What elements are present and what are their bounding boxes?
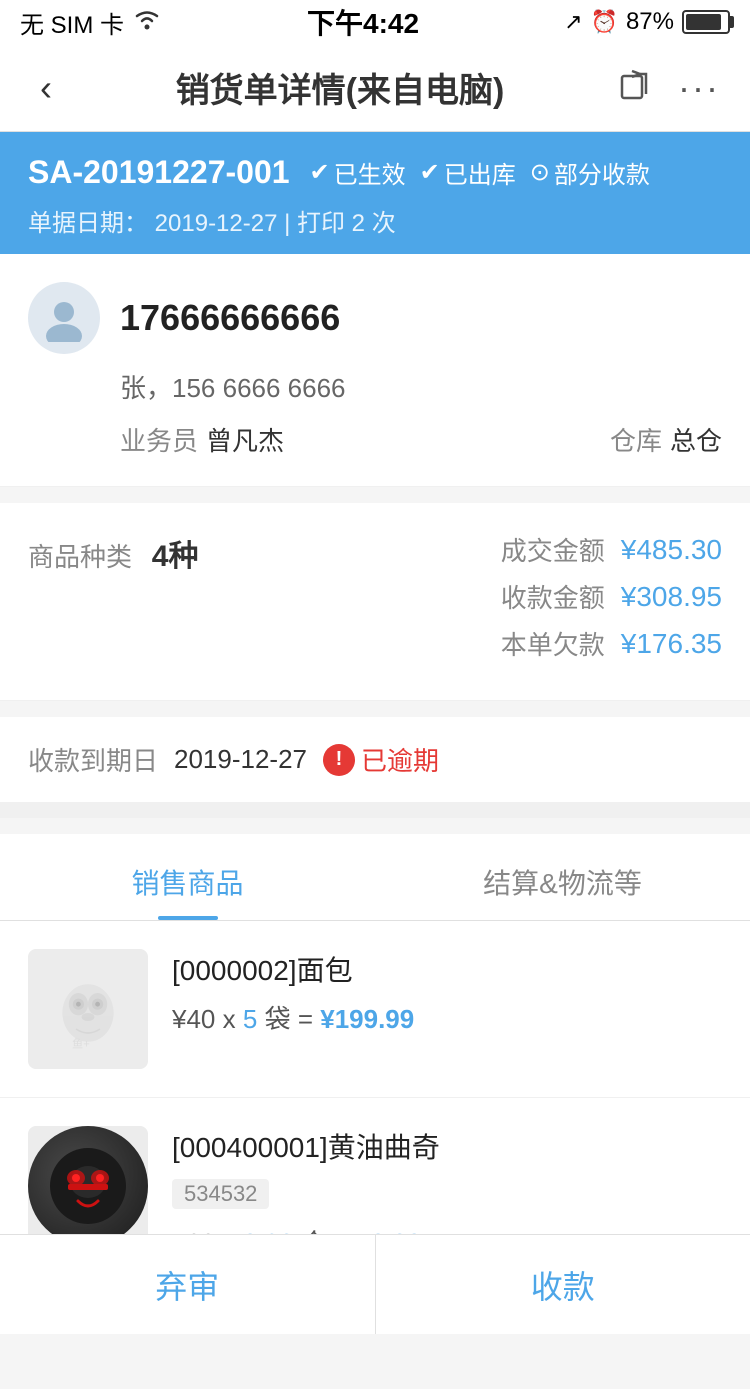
status-left: 无 SIM 卡	[20, 5, 162, 40]
product-type-value: 4种	[152, 540, 199, 573]
due-date-section: 收款到期日 2019-12-27 ! 已逾期	[0, 717, 750, 802]
cancel-review-button[interactable]: 弃审	[0, 1235, 376, 1334]
product-total-1: ¥199.99	[320, 1004, 414, 1034]
customer-info-row: 业务员 曾凡杰 仓库 总仓	[120, 421, 722, 458]
svg-text:鱼+: 鱼+	[72, 1036, 90, 1049]
divider-gray	[0, 802, 750, 818]
tabs-section: 销售商品 结算&物流等	[0, 834, 750, 921]
tab-settlement[interactable]: 结算&物流等	[375, 834, 750, 920]
divider-1	[0, 486, 750, 487]
product-image-2	[28, 1126, 148, 1246]
owl-icon: 鱼+	[48, 969, 128, 1049]
order-id: SA-20191227-001	[28, 154, 290, 191]
nav-actions: ···	[618, 66, 720, 110]
avatar	[28, 282, 100, 354]
product-thumb-2	[28, 1126, 148, 1246]
page-title: 销货单详情(来自电脑)	[176, 63, 505, 112]
clock-icon: ⊙	[530, 158, 550, 187]
status-time: 下午4:42	[307, 2, 419, 42]
product-name-1: [0000002]面包	[172, 949, 722, 989]
wifi-icon	[132, 8, 162, 37]
back-button[interactable]: ‹	[30, 57, 62, 119]
character-icon	[48, 1146, 128, 1226]
date-label: 单据日期：	[28, 210, 148, 237]
product-tag-2: 534532	[172, 1179, 269, 1209]
bottom-bar: 弃审 收款	[0, 1234, 750, 1334]
product-qty-1: 5	[243, 1004, 257, 1034]
product-thumb-1: 鱼+	[28, 949, 148, 1069]
status-right: ↗ ⏰ 87%	[564, 8, 730, 36]
battery-percent: 87%	[626, 8, 674, 36]
due-label: 收款到期日	[28, 741, 158, 778]
divider-2	[0, 700, 750, 701]
received-value: ¥308.95	[621, 581, 722, 613]
order-badges: ✔ 已生效 ✔ 已出库 ⊙ 部分收款	[310, 155, 650, 190]
product-name-2: [000400001]黄油曲奇	[172, 1126, 722, 1166]
salesperson-value: 曾凡杰	[206, 421, 284, 458]
carrier-text: 无 SIM 卡	[20, 5, 124, 40]
warehouse-value: 总仓	[670, 421, 722, 458]
status-badge-shipped: ✔ 已出库	[420, 155, 516, 190]
location-icon: ↗	[564, 9, 582, 35]
due-date-value: 2019-12-27	[174, 744, 307, 775]
share-icon[interactable]	[618, 66, 654, 110]
deal-amount-label: 成交金额	[501, 531, 605, 568]
status-badge-partial: ⊙ 部分收款	[530, 155, 650, 190]
overdue-icon: !	[323, 744, 355, 776]
warehouse-label: 仓库	[610, 421, 662, 458]
deal-amount-value: ¥485.30	[621, 534, 722, 566]
product-price-1: ¥40 x 5 袋 = ¥199.99	[172, 999, 722, 1036]
product-type: 商品种类 4种	[28, 531, 198, 575]
overdue-text: 已逾期	[361, 741, 439, 778]
order-date-row: 单据日期： 2019-12-27 | 打印 2 次	[28, 203, 722, 238]
tabs-row: 销售商品 结算&物流等	[0, 834, 750, 920]
customer-name: 张，156 6666 6666	[120, 368, 722, 405]
overdue-badge: ! 已逾期	[323, 741, 439, 778]
owed-value: ¥176.35	[621, 628, 722, 660]
check-icon-2: ✔	[420, 158, 440, 187]
status-badge-effective: ✔ 已生效	[310, 155, 406, 190]
salesperson-label: 业务员	[120, 421, 198, 458]
order-date: 2019-12-27	[155, 210, 278, 237]
customer-phone: 17666666666	[120, 297, 340, 339]
received-label: 收款金额	[501, 578, 605, 615]
header-banner: SA-20191227-001 ✔ 已生效 ✔ 已出库 ⊙ 部分收款 单据日期：…	[0, 132, 750, 254]
customer-section: 17666666666 张，156 6666 6666 业务员 曾凡杰 仓库 总…	[0, 254, 750, 486]
owed-label: 本单欠款	[501, 625, 605, 662]
amounts: 成交金额 ¥485.30 收款金额 ¥308.95 本单欠款 ¥176.35	[501, 531, 722, 672]
more-icon[interactable]: ···	[678, 67, 720, 109]
collect-payment-button[interactable]: 收款	[376, 1235, 750, 1334]
alarm-icon: ⏰	[591, 9, 618, 35]
product-item-1: 鱼+ [0000002]面包 ¥40 x 5 袋 = ¥199.99	[0, 921, 750, 1098]
product-info-1: [0000002]面包 ¥40 x 5 袋 = ¥199.99	[172, 949, 722, 1036]
summary-section: 商品种类 4种 成交金额 ¥485.30 收款金额 ¥308.95 本单欠款 ¥…	[0, 503, 750, 700]
tab-sales-products[interactable]: 销售商品	[0, 834, 375, 920]
nav-bar: ‹ 销货单详情(来自电脑) ···	[0, 44, 750, 132]
product-type-label: 商品种类	[28, 542, 132, 572]
check-icon-1: ✔	[310, 158, 330, 187]
print-info: | 打印 2 次	[284, 210, 396, 237]
battery-icon	[682, 10, 730, 34]
status-bar: 无 SIM 卡 下午4:42 ↗ ⏰ 87%	[0, 0, 750, 44]
